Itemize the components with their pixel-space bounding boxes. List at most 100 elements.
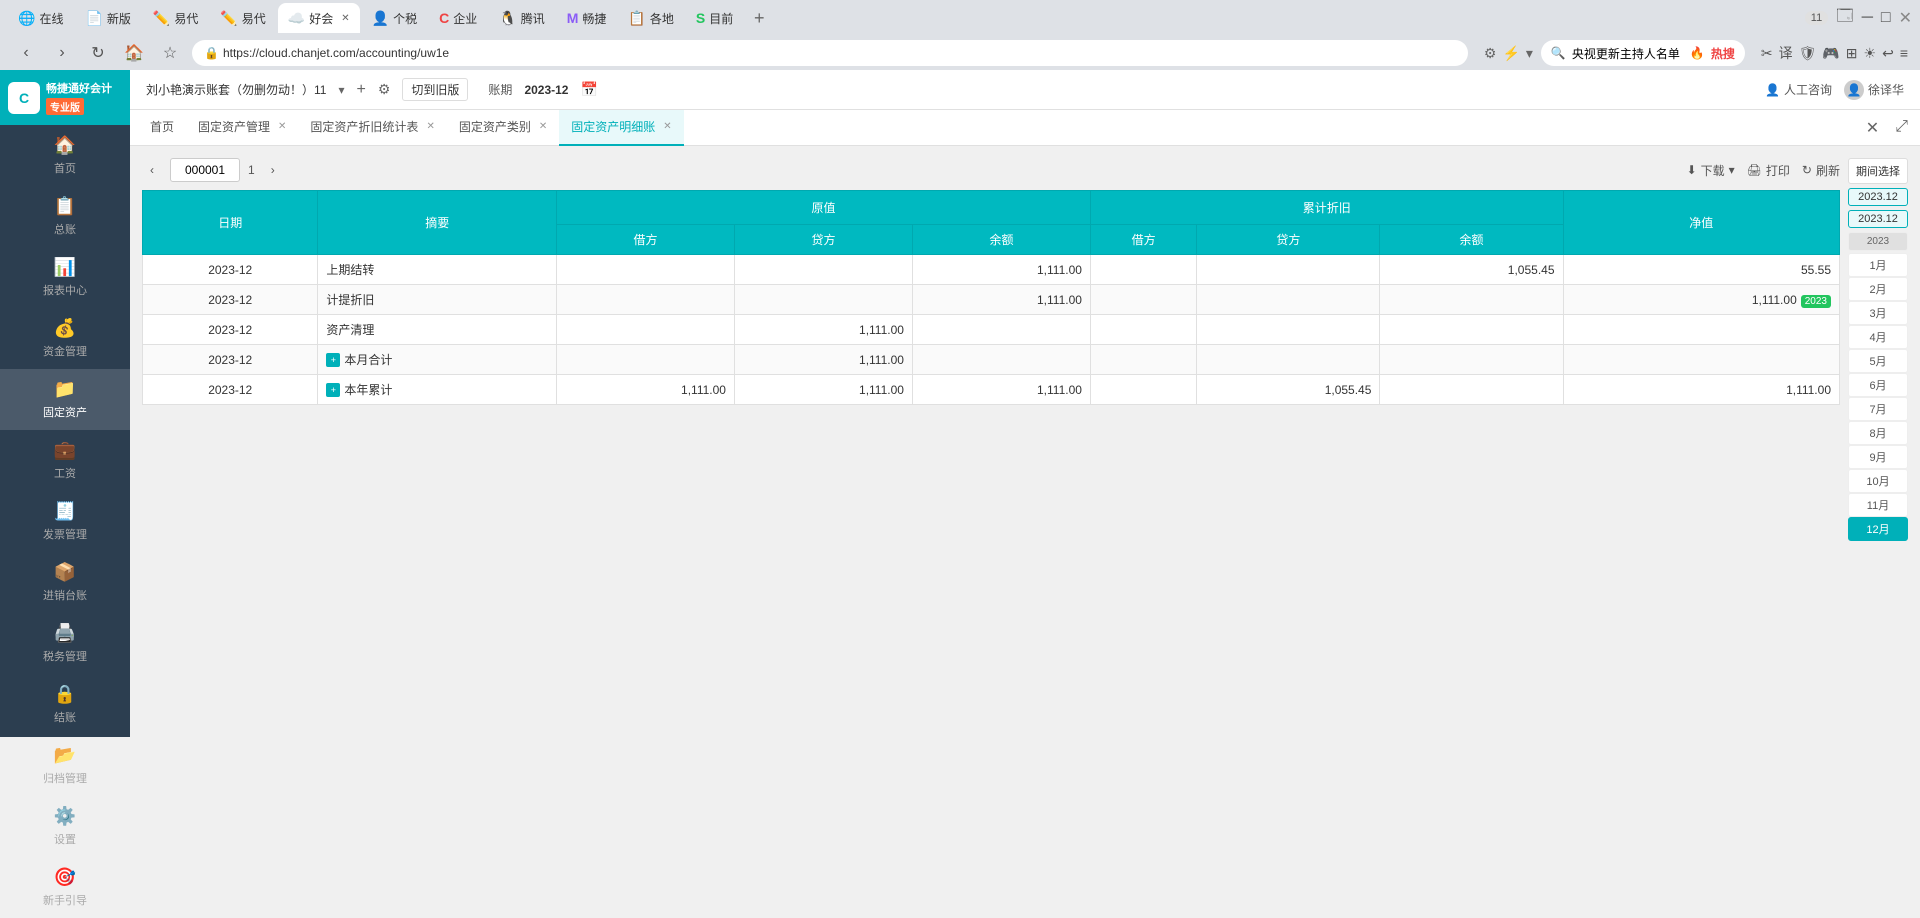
col-date: 日期 bbox=[143, 191, 318, 255]
sidebar-item-general-ledger[interactable]: 📋 总账 bbox=[0, 186, 130, 247]
tab-好会[interactable]: ☁️ 好会 ✕ bbox=[278, 3, 360, 33]
period-month-12月[interactable]: 12月 bbox=[1848, 517, 1908, 541]
sidebar-item-fixed-assets[interactable]: 📁 固定资产 bbox=[0, 369, 130, 430]
close-asset-management-tab[interactable]: ✕ bbox=[278, 121, 286, 132]
refresh-btn[interactable]: ↻ 刷新 bbox=[1802, 162, 1840, 179]
table-row: 2023-12 +本月合计 1,111.00 bbox=[143, 345, 1840, 375]
user-profile[interactable]: 👤 徐译华 bbox=[1844, 80, 1904, 100]
close-detail-tab[interactable]: ✕ bbox=[663, 121, 671, 132]
forward-button[interactable]: › bbox=[48, 39, 76, 67]
tab-企业[interactable]: C 企业 bbox=[429, 3, 487, 33]
page-tab-asset-category[interactable]: 固定资产类别 ✕ bbox=[447, 110, 559, 146]
sidebar-item-cash[interactable]: 💰 资金管理 bbox=[0, 308, 130, 369]
col-accum-debit: 借方 bbox=[1090, 225, 1196, 255]
page-tab-asset-management[interactable]: 固定资产管理 ✕ bbox=[186, 110, 298, 146]
period-month-8月[interactable]: 8月 bbox=[1848, 421, 1908, 445]
page-tab-depreciation-stats[interactable]: 固定资产折旧统计表 ✕ bbox=[298, 110, 446, 146]
period-month-10月[interactable]: 10月 bbox=[1848, 469, 1908, 493]
browser-search-box[interactable]: 🔍 央视更新主持人名单 🔥 热搜 bbox=[1541, 40, 1745, 66]
sidebar-item-archive[interactable]: 📂 归档管理 bbox=[0, 735, 130, 796]
period-month-11月[interactable]: 11月 bbox=[1848, 493, 1908, 517]
sidebar-item-home[interactable]: 🏠 首页 bbox=[0, 125, 130, 186]
cell-net-value: 55.55 bbox=[1563, 255, 1839, 285]
grid-icon[interactable]: ⊞ bbox=[1846, 45, 1858, 62]
table-row: 2023-12 +本年累计 1,111.00 1,111.00 1,111.00… bbox=[143, 375, 1840, 405]
page-tab-home[interactable]: 首页 bbox=[138, 110, 186, 146]
tab-各地[interactable]: 📋 各地 bbox=[618, 3, 683, 33]
switch-to-old-btn[interactable]: 切到旧版 bbox=[402, 78, 468, 101]
extensions-icon[interactable]: ⚙ bbox=[1484, 45, 1497, 62]
cell-orig-debit bbox=[556, 345, 734, 375]
sidebar-item-tax[interactable]: 🖨️ 税务管理 bbox=[0, 613, 130, 674]
sidebar-item-closing[interactable]: 🔒 结账 bbox=[0, 674, 130, 735]
page-number: 1 bbox=[248, 163, 255, 177]
game-icon[interactable]: 🎮 bbox=[1822, 45, 1839, 62]
period-month-9月[interactable]: 9月 bbox=[1848, 445, 1908, 469]
scissors-icon[interactable]: ✂ bbox=[1761, 45, 1773, 62]
tab-bar: 🌐 在线 📄 新版 ✏️ 易代 ✏️ 易代 ☁️ 好会 ✕ 👤 个税 C 企业 bbox=[0, 0, 1920, 36]
period-month-3月[interactable]: 3月 bbox=[1848, 301, 1908, 325]
flash-icon[interactable]: ⚡ bbox=[1502, 45, 1519, 62]
restore-icon[interactable]: 🗔 bbox=[1836, 5, 1853, 32]
guide-icon: 🎯 bbox=[54, 867, 76, 888]
add-account-btn[interactable]: + bbox=[357, 81, 366, 99]
tab-目前[interactable]: S 目前 bbox=[686, 3, 743, 33]
close-depreciation-tab[interactable]: ✕ bbox=[426, 121, 434, 132]
back-button[interactable]: ‹ bbox=[12, 39, 40, 67]
home-button[interactable]: 🏠 bbox=[120, 39, 148, 67]
sidebar-item-settings[interactable]: ⚙️ 设置 bbox=[0, 796, 130, 857]
new-tab-button[interactable]: + bbox=[745, 4, 773, 32]
tab-腾讯[interactable]: 🐧 腾讯 bbox=[489, 3, 554, 33]
prev-page-btn[interactable]: ‹ bbox=[142, 160, 162, 180]
tab-新版[interactable]: 📄 新版 bbox=[75, 3, 140, 33]
next-page-btn[interactable]: › bbox=[263, 160, 283, 180]
maximize-icon[interactable]: □ bbox=[1881, 9, 1891, 27]
close-category-tab[interactable]: ✕ bbox=[539, 121, 547, 132]
period-month-6月[interactable]: 6月 bbox=[1848, 373, 1908, 397]
customer-service-btn[interactable]: 👤 人工咨询 bbox=[1765, 81, 1832, 98]
download-dropdown[interactable]: ▾ bbox=[1729, 163, 1735, 177]
page-id-input[interactable] bbox=[170, 158, 240, 182]
period-month-4月[interactable]: 4月 bbox=[1848, 325, 1908, 349]
sidebar-item-purchase-sales[interactable]: 📦 进销台账 bbox=[0, 552, 130, 613]
tab-个税[interactable]: 👤 个税 bbox=[362, 3, 427, 33]
cell-accum-credit bbox=[1197, 345, 1380, 375]
close-tab-btn[interactable]: ✕ bbox=[1862, 114, 1883, 142]
sidebar-item-invoice[interactable]: 🧾 发票管理 bbox=[0, 491, 130, 552]
calendar-icon[interactable]: 📅 bbox=[580, 81, 597, 98]
col-net-value: 净值 bbox=[1563, 191, 1839, 255]
cell-orig-balance: 1,111.00 bbox=[912, 285, 1090, 315]
period-month-5月[interactable]: 5月 bbox=[1848, 349, 1908, 373]
history-icon[interactable]: ↩ bbox=[1882, 45, 1894, 62]
translate-icon[interactable]: 译 bbox=[1779, 43, 1793, 63]
tax-icon: 🖨️ bbox=[54, 623, 76, 644]
brightness-icon[interactable]: ☀ bbox=[1864, 45, 1877, 62]
account-dropdown[interactable]: ▾ bbox=[338, 83, 344, 97]
reload-button[interactable]: ↻ bbox=[84, 39, 112, 67]
period-month-7月[interactable]: 7月 bbox=[1848, 397, 1908, 421]
tab-畅捷[interactable]: M 畅捷 bbox=[557, 3, 617, 33]
bookmark-button[interactable]: ☆ bbox=[156, 39, 184, 67]
download-btn[interactable]: ⬇ 下载 ▾ bbox=[1687, 162, 1735, 179]
settings-small-icon[interactable]: ⚙ bbox=[378, 81, 391, 98]
address-input[interactable]: 🔒 https://cloud.chanjet.com/accounting/u… bbox=[192, 40, 1468, 66]
shield-icon[interactable]: 🛡 bbox=[1799, 45, 1817, 62]
period-month-2月[interactable]: 2月 bbox=[1848, 277, 1908, 301]
close-window-icon[interactable]: ✕ bbox=[1899, 8, 1912, 28]
minimize-icon[interactable]: ─ bbox=[1862, 9, 1873, 27]
menu-icon[interactable]: ≡ bbox=[1900, 45, 1908, 61]
sidebar-item-payroll[interactable]: 💼 工资 bbox=[0, 430, 130, 491]
cell-orig-debit bbox=[556, 285, 734, 315]
tab-易代-1[interactable]: ✏️ 易代 bbox=[143, 3, 208, 33]
cell-accum-debit bbox=[1090, 345, 1196, 375]
tab-close-好会[interactable]: ✕ bbox=[341, 13, 349, 24]
expand-tab-btn[interactable]: ⤢ bbox=[1891, 114, 1912, 142]
period-month-1月[interactable]: 1月 bbox=[1848, 253, 1908, 277]
tab-在线[interactable]: 🌐 在线 bbox=[8, 3, 73, 33]
print-btn[interactable]: 🖨 打印 bbox=[1747, 162, 1790, 179]
tab-易代-2[interactable]: ✏️ 易代 bbox=[210, 3, 275, 33]
sidebar-item-reports[interactable]: 📊 报表中心 bbox=[0, 247, 130, 308]
dropdown-arrow[interactable]: ▾ bbox=[1526, 45, 1533, 62]
page-tab-asset-detail[interactable]: 固定资产明细账 ✕ bbox=[559, 110, 683, 146]
sidebar-item-guide[interactable]: 🎯 新手引导 bbox=[0, 857, 130, 918]
